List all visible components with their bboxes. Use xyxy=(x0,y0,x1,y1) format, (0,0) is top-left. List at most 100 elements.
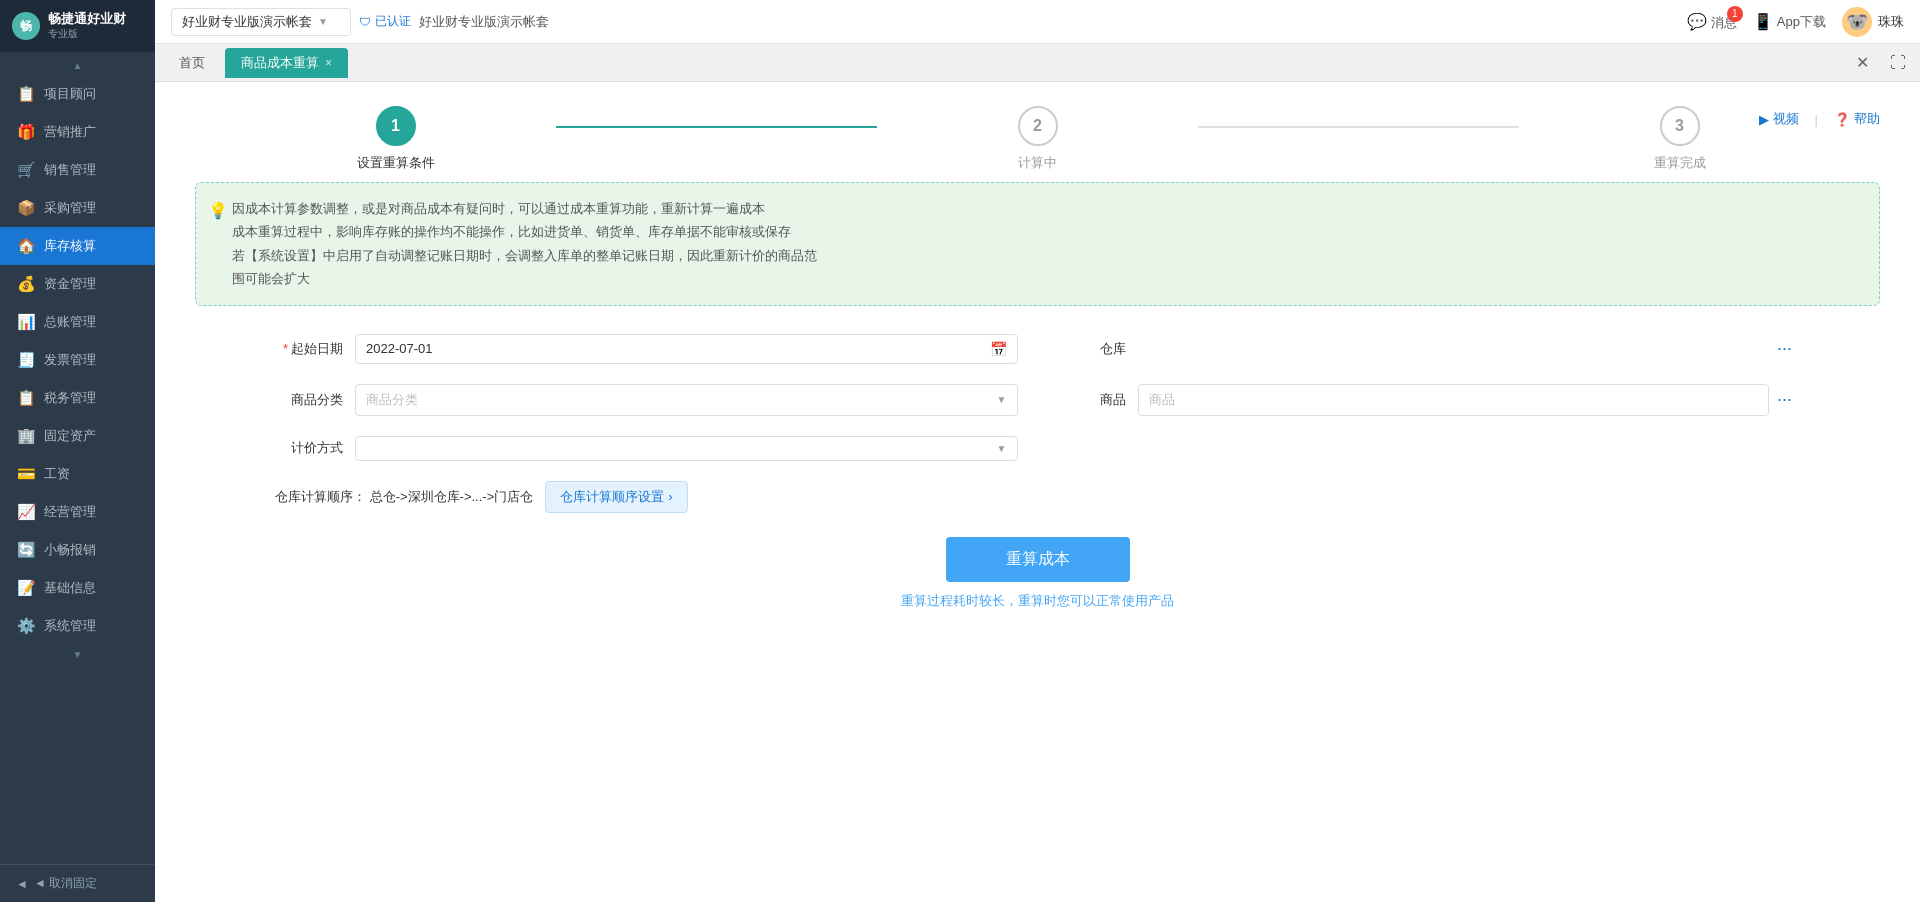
notice-text: 因成本计算参数调整，或是对商品成本有疑问时，可以通过成本重算功能，重新计算一遍成… xyxy=(232,197,1859,291)
sidebar-item-zijin[interactable]: 💰 资金管理 xyxy=(0,265,155,303)
goods-select-button[interactable]: ··· xyxy=(1769,389,1800,410)
recalc-button[interactable]: 重算成本 xyxy=(946,537,1130,582)
invoice-icon: 🧾 xyxy=(16,351,36,369)
account-dropdown-arrow: ▼ xyxy=(318,16,328,27)
sidebar-title-group: 畅捷通好业财 专业版 xyxy=(48,11,126,42)
start-date-input[interactable] xyxy=(356,335,980,362)
sidebar-item-xiangmu[interactable]: 📋 项目顾问 xyxy=(0,75,155,113)
phone-icon: 📱 xyxy=(1753,12,1773,31)
sidebar-item-fapiao[interactable]: 🧾 发票管理 xyxy=(0,341,155,379)
sidebar-header: 畅 畅捷通好业财 专业版 xyxy=(0,0,155,52)
help-label: 帮助 xyxy=(1854,110,1880,128)
step-line-1 xyxy=(556,126,877,128)
tab-recalc[interactable]: 商品成本重算 × xyxy=(225,48,348,78)
goods-placeholder: 商品 xyxy=(1149,392,1175,407)
topbar: 好业财专业版演示帐套 ▼ 🛡 已认证 好业财专业版演示帐套 💬 消息 1 📱 A… xyxy=(155,0,1920,44)
step-3-label: 重算完成 xyxy=(1654,154,1706,172)
warehouse-order-label: 仓库计算顺序： xyxy=(275,489,366,504)
expense-icon: 🔄 xyxy=(16,541,36,559)
notice-line-4: 围可能会扩大 xyxy=(232,267,1859,290)
salary-icon: 💳 xyxy=(16,465,36,483)
app-download-button[interactable]: 📱 App下载 xyxy=(1753,12,1826,31)
sidebar-item-label: 固定资产 xyxy=(44,427,96,445)
form-right-1: 仓库 ··· xyxy=(1018,338,1801,359)
category-select[interactable]: 商品分类 ▼ xyxy=(355,384,1018,416)
step-3: 3 重算完成 xyxy=(1519,106,1840,172)
form-row-1: 起始日期 📅 仓库 ··· xyxy=(275,334,1800,364)
sidebar-item-caigou[interactable]: 📦 采购管理 xyxy=(0,189,155,227)
asset-icon: 🏢 xyxy=(16,427,36,445)
warehouse-order-prefix: 仓库计算顺序： 总仓->深圳仓库->...->门店仓 xyxy=(275,488,533,506)
form-row-2: 商品分类 商品分类 ▼ 商品 商品 ··· xyxy=(275,384,1800,416)
ledger-icon: 📊 xyxy=(16,313,36,331)
step-1-circle: 1 xyxy=(376,106,416,146)
account-selector[interactable]: 好业财专业版演示帐套 ▼ xyxy=(171,8,351,36)
price-method-label: 计价方式 xyxy=(275,439,355,457)
step-1: 1 设置重算条件 xyxy=(235,106,556,172)
sidebar-item-label: 营销推广 xyxy=(44,123,96,141)
system-icon: ⚙️ xyxy=(16,617,36,635)
warehouse-select-button[interactable]: ··· xyxy=(1769,338,1800,359)
message-button[interactable]: 💬 消息 1 xyxy=(1687,12,1737,32)
warehouse-settings-label: 仓库计算顺序设置 xyxy=(560,488,664,506)
recalc-container: 重算成本 重算过程耗时较长，重算时您可以正常使用产品 xyxy=(155,537,1920,610)
sidebar-unpin-button[interactable]: ◄ ◄ 取消固定 xyxy=(0,864,155,902)
content-area: 1 设置重算条件 2 计算中 3 重算完成 xyxy=(155,82,1920,902)
sidebar-item-kucun[interactable]: 🏠 库存核算 xyxy=(0,227,155,265)
sidebar-item-label: 税务管理 xyxy=(44,389,96,407)
verified-account-name: 好业财专业版演示帐套 xyxy=(419,13,549,31)
sidebar-subtitle: 专业版 xyxy=(48,27,126,41)
step-line-2 xyxy=(1198,126,1519,128)
sidebar-item-xiaoshou[interactable]: 🛒 销售管理 xyxy=(0,151,155,189)
start-date-input-wrapper[interactable]: 📅 xyxy=(355,334,1018,364)
chevron-right-icon: › xyxy=(668,489,672,504)
step-2-label: 计算中 xyxy=(1018,154,1057,172)
sidebar-item-label: 项目顾问 xyxy=(44,85,96,103)
recalc-hint: 重算过程耗时较长，重算时您可以正常使用产品 xyxy=(901,592,1174,610)
scroll-down-arrow[interactable]: ▼ xyxy=(73,649,83,660)
tabbar: 首页 商品成本重算 × ✕ ⛶ xyxy=(155,44,1920,82)
calendar-icon[interactable]: 📅 xyxy=(980,335,1017,363)
sidebar-item-label: 资金管理 xyxy=(44,275,96,293)
sidebar-item-xitong[interactable]: ⚙️ 系统管理 xyxy=(0,607,155,645)
sidebar-item-jichuxinxi[interactable]: 📝 基础信息 xyxy=(0,569,155,607)
warehouse-order-settings-button[interactable]: 仓库计算顺序设置 › xyxy=(545,481,687,513)
form-area: 起始日期 📅 仓库 ··· 商品分类 商品分类 xyxy=(155,334,1920,461)
sidebar-item-zongzhang[interactable]: 📊 总账管理 xyxy=(0,303,155,341)
step-1-num: 1 xyxy=(391,117,400,135)
category-label: 商品分类 xyxy=(275,391,355,409)
app-download-label: App下载 xyxy=(1777,13,1826,31)
unpin-icon: ◄ xyxy=(16,877,28,891)
recalc-label: 重算成本 xyxy=(1006,550,1070,567)
warehouse-order-value: 总仓->深圳仓库->...->门店仓 xyxy=(370,489,534,504)
sidebar-item-jingying[interactable]: 📈 经营管理 xyxy=(0,493,155,531)
sidebar-item-yingxiao[interactable]: 🎁 营销推广 xyxy=(0,113,155,151)
sidebar-item-label: 库存核算 xyxy=(44,237,96,255)
sidebar-item-shuiwu[interactable]: 📋 税务管理 xyxy=(0,379,155,417)
unpin-label: ◄ 取消固定 xyxy=(34,875,97,892)
sidebar-nav: ▲ 📋 项目顾问 🎁 营销推广 🛒 销售管理 📦 采购管理 🏠 库存核算 💰 资… xyxy=(0,52,155,864)
management-icon: 📈 xyxy=(16,503,36,521)
sidebar-item-gongzi[interactable]: 💳 工资 xyxy=(0,455,155,493)
sidebar-item-baoxiao[interactable]: 🔄 小畅报销 xyxy=(0,531,155,569)
price-method-select[interactable]: ▼ xyxy=(355,436,1018,461)
start-date-label: 起始日期 xyxy=(275,340,355,358)
tab-recalc-label: 商品成本重算 xyxy=(241,54,319,72)
inventory-icon: 🏠 xyxy=(16,237,36,255)
sidebar-item-gudingzichan[interactable]: 🏢 固定资产 xyxy=(0,417,155,455)
expand-button[interactable]: ⛶ xyxy=(1884,49,1912,77)
close-window-button[interactable]: ✕ xyxy=(1848,49,1876,77)
message-badge: 1 xyxy=(1727,6,1743,22)
form-left-1: 起始日期 📅 xyxy=(275,334,1018,364)
scroll-up-arrow[interactable]: ▲ xyxy=(73,60,83,71)
verified-badge: 🛡 已认证 xyxy=(359,13,411,30)
sidebar-item-label: 总账管理 xyxy=(44,313,96,331)
project-icon: 📋 xyxy=(16,85,36,103)
tab-home[interactable]: 首页 xyxy=(163,48,221,78)
user-name: 珠珠 xyxy=(1878,13,1904,31)
tab-close-icon[interactable]: × xyxy=(325,56,332,70)
category-placeholder: 商品分类 xyxy=(366,391,997,409)
goods-input-area[interactable]: 商品 xyxy=(1138,384,1769,416)
help-link[interactable]: ❓ 帮助 xyxy=(1834,110,1880,128)
user-profile[interactable]: 🐨 珠珠 xyxy=(1842,7,1904,37)
